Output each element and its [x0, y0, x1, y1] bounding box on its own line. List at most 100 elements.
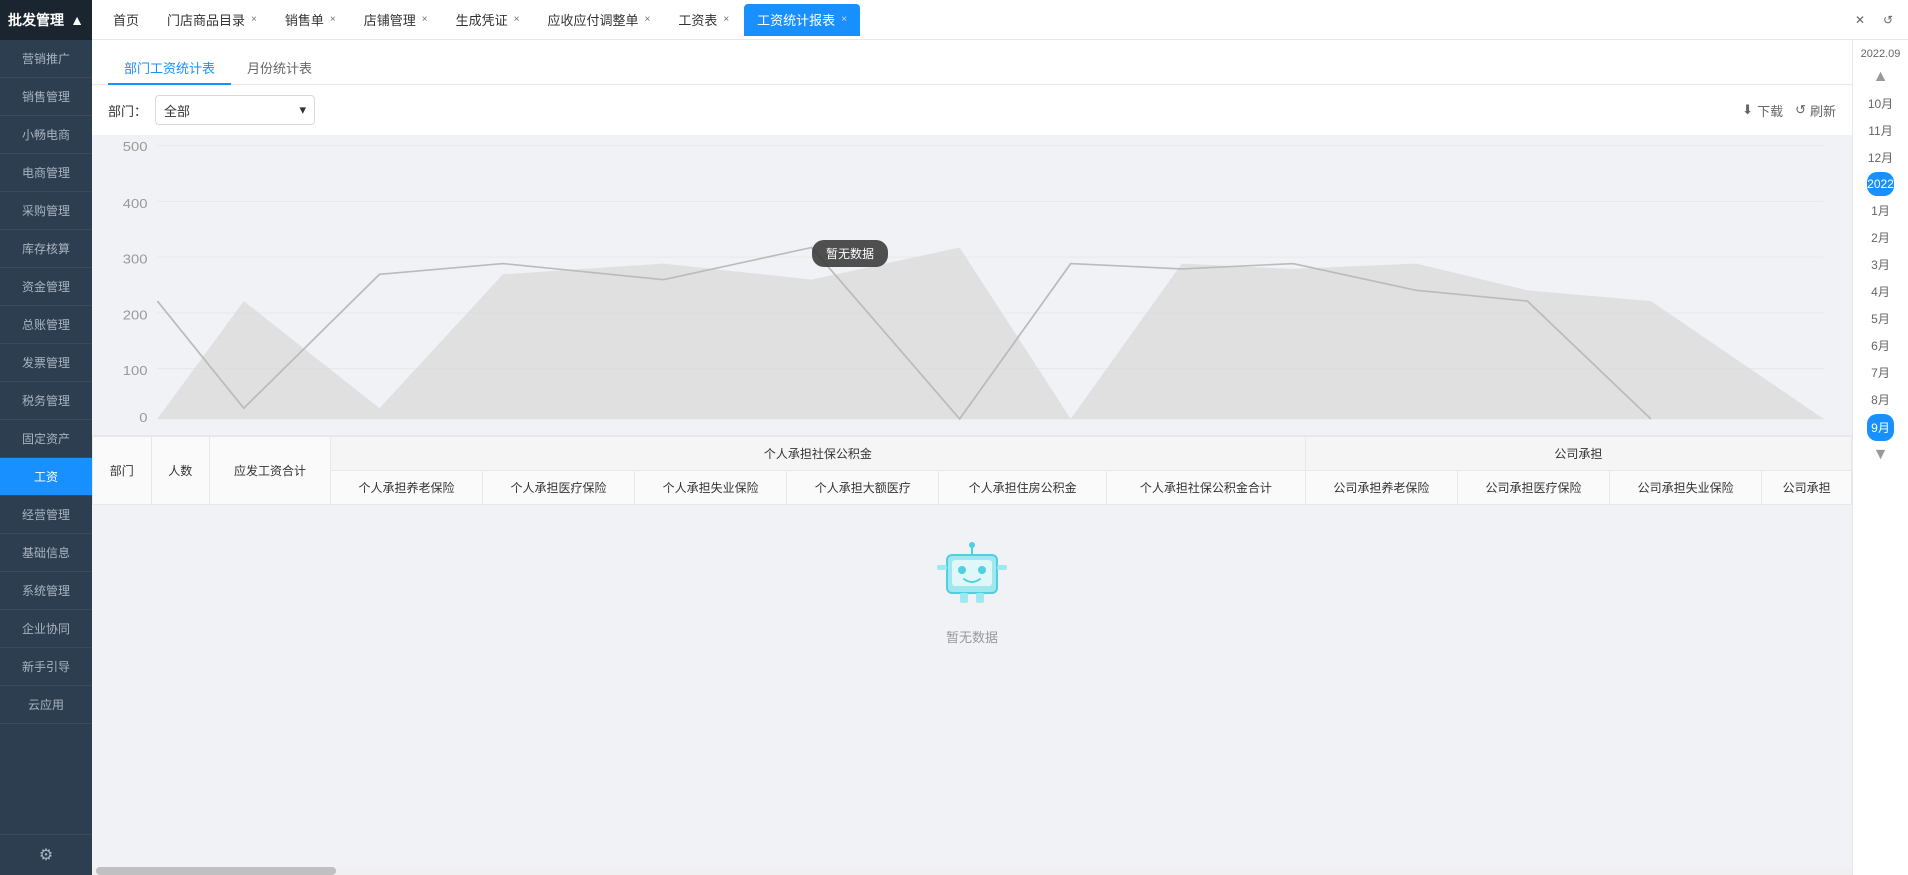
- timeline-item-2022[interactable]: 2022: [1867, 172, 1894, 196]
- sidebar-item-finance[interactable]: 资金管理: [0, 268, 92, 306]
- sidebar-item-operation[interactable]: 经营管理: [0, 496, 92, 534]
- th-company-unemploy: 公司承担失业保险: [1610, 471, 1762, 505]
- timeline-item-1[interactable]: 1月: [1861, 197, 1900, 224]
- svg-text:100: 100: [123, 363, 148, 378]
- tab-bar: 首页门店商品目录×销售单×店铺管理×生成凭证×应收应付调整单×工资表×工资统计报…: [92, 0, 1908, 40]
- sub-tab-dept[interactable]: 部门工资统计表: [108, 52, 231, 85]
- sidebar-item-purchase[interactable]: 采购管理: [0, 192, 92, 230]
- horizontal-scrollbar[interactable]: [92, 867, 1852, 875]
- refresh-button[interactable]: ↺ 刷新: [1795, 101, 1836, 120]
- toolbar-row: 部门： 全部 ▾ ⬇ 下载 ↺ 刷新: [92, 85, 1852, 135]
- sidebar-item-tax[interactable]: 税务管理: [0, 382, 92, 420]
- sidebar-item-marketing[interactable]: 营销推广: [0, 40, 92, 78]
- th-personal-total: 个人承担社保公积金合计: [1106, 471, 1305, 505]
- data-table: 部门 人数 应发工资合计 个人承担社保公积金 公司承担 个人承担养老保险 个人承…: [92, 436, 1852, 505]
- th-personal-large-medical: 个人承担大额医疗: [787, 471, 939, 505]
- empty-icon: [932, 535, 1012, 615]
- content-with-timeline: 部门工资统计表月份统计表 部门： 全部 ▾ ⬇ 下载: [92, 40, 1908, 875]
- sidebar-item-system[interactable]: 系统管理: [0, 572, 92, 610]
- chart-svg: 500 400 300 200 100 0: [108, 135, 1836, 435]
- table-area: 部门 人数 应发工资合计 个人承担社保公积金 公司承担 个人承担养老保险 个人承…: [92, 435, 1852, 875]
- sidebar-title: 批发管理: [8, 10, 64, 30]
- timeline-item-9[interactable]: 9月: [1867, 414, 1894, 441]
- th-company-other: 公司承担: [1762, 471, 1852, 505]
- download-icon: ⬇: [1742, 102, 1753, 118]
- sidebar-item-inventory[interactable]: 库存核算: [0, 230, 92, 268]
- svg-text:0: 0: [139, 410, 148, 425]
- th-personal-pension: 个人承担养老保险: [330, 471, 482, 505]
- svg-text:300: 300: [123, 252, 148, 267]
- timeline-item-3[interactable]: 3月: [1861, 251, 1900, 278]
- table-scroll[interactable]: 部门 人数 应发工资合计 个人承担社保公积金 公司承担 个人承担养老保险 个人承…: [92, 436, 1852, 867]
- tab-close-produce[interactable]: ×: [514, 14, 520, 25]
- svg-text:400: 400: [123, 196, 148, 211]
- sidebar-settings-button[interactable]: ⚙: [0, 834, 92, 875]
- sidebar-item-cloud[interactable]: 云应用: [0, 686, 92, 724]
- chart-area: 500 400 300 200 100 0: [92, 135, 1852, 435]
- sidebar-item-assets[interactable]: 固定资产: [0, 420, 92, 458]
- scroll-thumb[interactable]: [96, 867, 336, 875]
- sidebar-item-sales[interactable]: 销售管理: [0, 78, 92, 116]
- timeline-up-arrow[interactable]: ▲: [1873, 64, 1889, 90]
- refresh-label: 刷新: [1810, 101, 1836, 120]
- tab-home[interactable]: 首页: [100, 4, 152, 36]
- timeline-item-6[interactable]: 6月: [1861, 332, 1900, 359]
- tab-produce[interactable]: 生成凭证×: [443, 4, 533, 36]
- tab-close-receivable[interactable]: ×: [644, 14, 650, 25]
- timeline-item-2[interactable]: 2月: [1861, 224, 1900, 251]
- tab-bar-actions: ✕ ↺: [1848, 8, 1900, 32]
- dept-select[interactable]: 全部 ▾: [155, 95, 315, 125]
- sidebar-header[interactable]: 批发管理 ▲: [0, 0, 92, 40]
- tab-close-all-button[interactable]: ✕: [1848, 8, 1872, 32]
- sidebar-item-mini[interactable]: 小畅电商: [0, 116, 92, 154]
- download-label: 下载: [1757, 101, 1783, 120]
- timeline-item-4[interactable]: 4月: [1861, 278, 1900, 305]
- th-company-medical: 公司承担医疗保险: [1457, 471, 1609, 505]
- tab-close-salary-report[interactable]: ×: [841, 14, 847, 25]
- sidebar-item-salary[interactable]: 工资: [0, 458, 92, 496]
- empty-state-text: 暂无数据: [946, 627, 998, 646]
- sidebar-item-guide[interactable]: 新手引导: [0, 648, 92, 686]
- tab-goods[interactable]: 门店商品目录×: [154, 4, 270, 36]
- timeline-item-5[interactable]: 5月: [1861, 305, 1900, 332]
- tab-refresh-button[interactable]: ↺: [1876, 8, 1900, 32]
- timeline-panel: 2022.09 ▲ 10月11月12月20221月2月3月4月5月6月7月8月9…: [1852, 40, 1908, 875]
- tab-close-sales[interactable]: ×: [330, 14, 336, 25]
- timeline-item-10[interactable]: 10月: [1861, 90, 1900, 117]
- timeline-item-12[interactable]: 12月: [1861, 144, 1900, 171]
- tab-close-goods[interactable]: ×: [251, 14, 257, 25]
- toolbar-right: ⬇ 下载 ↺ 刷新: [1742, 101, 1836, 120]
- sidebar-item-ledger[interactable]: 总账管理: [0, 306, 92, 344]
- sidebar-item-corp[interactable]: 企业协同: [0, 610, 92, 648]
- sub-tab-bar: 部门工资统计表月份统计表: [92, 40, 1852, 85]
- tab-payroll[interactable]: 工资表×: [665, 4, 742, 36]
- tab-salary-report[interactable]: 工资统计报表×: [744, 4, 860, 36]
- sidebar-toggle-icon[interactable]: ▲: [70, 12, 84, 28]
- timeline-item-7[interactable]: 7月: [1861, 359, 1900, 386]
- sidebar-item-ecom[interactable]: 电商管理: [0, 154, 92, 192]
- sidebar-item-basic[interactable]: 基础信息: [0, 534, 92, 572]
- th-personal-group: 个人承担社保公积金: [330, 437, 1305, 471]
- dept-select-value: 全部: [164, 101, 190, 120]
- content-main: 部门工资统计表月份统计表 部门： 全部 ▾ ⬇ 下载: [92, 40, 1852, 875]
- settings-icon: ⚙: [39, 847, 53, 864]
- tab-close-store[interactable]: ×: [422, 14, 428, 25]
- tab-sales[interactable]: 销售单×: [272, 4, 349, 36]
- chevron-down-icon: ▾: [299, 102, 306, 118]
- tab-store[interactable]: 店铺管理×: [351, 4, 441, 36]
- download-button[interactable]: ⬇ 下载: [1742, 101, 1783, 120]
- sidebar-item-invoice[interactable]: 发票管理: [0, 344, 92, 382]
- timeline-current: 2022.09: [1861, 44, 1901, 64]
- tab-receivable[interactable]: 应收应付调整单×: [534, 4, 663, 36]
- refresh-icon: ↺: [1795, 102, 1806, 118]
- th-personal-unemploy: 个人承担失业保险: [635, 471, 787, 505]
- timeline-down-arrow[interactable]: ▼: [1873, 442, 1889, 468]
- timeline-item-11[interactable]: 11月: [1861, 117, 1900, 144]
- sub-tab-month[interactable]: 月份统计表: [231, 52, 328, 85]
- th-total-salary: 应发工资合计: [210, 437, 331, 505]
- tab-close-payroll[interactable]: ×: [723, 14, 729, 25]
- main-area: 首页门店商品目录×销售单×店铺管理×生成凭证×应收应付调整单×工资表×工资统计报…: [92, 0, 1908, 875]
- th-personal-medical: 个人承担医疗保险: [483, 471, 635, 505]
- timeline-item-8[interactable]: 8月: [1861, 386, 1900, 413]
- th-company-pension: 公司承担养老保险: [1305, 471, 1457, 505]
